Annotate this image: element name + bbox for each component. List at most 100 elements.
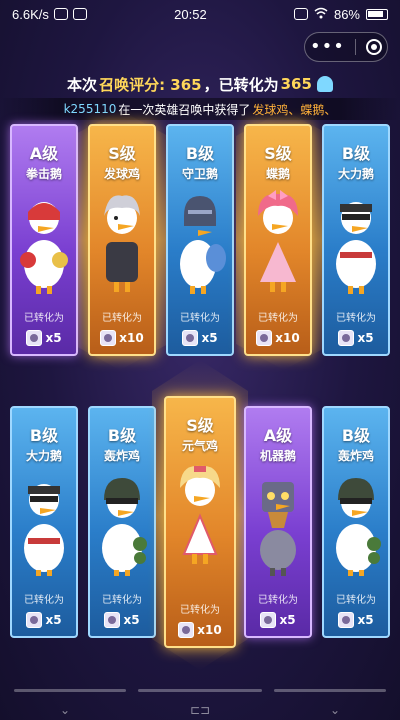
card-hero-name: 轰炸鸡 xyxy=(337,449,374,463)
card-hero-name: 轰炸鸡 xyxy=(103,449,140,463)
bottom-divider xyxy=(138,689,262,692)
reward-count: x10 xyxy=(275,331,300,345)
ticker-rewards: 发球鸡、蝶鹅、 xyxy=(252,102,337,117)
nav-recent-icon[interactable]: ⌄ xyxy=(330,703,340,717)
summon-score: 召唤评分: 365 xyxy=(99,75,202,94)
shard-icon xyxy=(260,612,277,628)
bottom-divider xyxy=(274,689,386,692)
reward-count: x10 xyxy=(119,331,144,345)
card-grade: B级 xyxy=(341,426,371,445)
card-grade: S级 xyxy=(108,144,136,163)
hero-card[interactable]: B级 轰炸鸡 已转化为 x5 xyxy=(88,406,156,638)
card-hero-name: 守卫鹅 xyxy=(181,167,218,181)
reward-count: x5 xyxy=(45,613,62,627)
card-reward: x5 xyxy=(324,330,388,346)
converted-label: 已转化为 xyxy=(24,595,64,606)
card-hero-name: 大力鹅 xyxy=(337,167,374,181)
converted-amount: 365 xyxy=(280,75,312,93)
card-reward: x5 xyxy=(324,612,388,628)
card-reward: x5 xyxy=(90,612,154,628)
hero-card[interactable]: S级 蝶鹅 已转化为 x10 xyxy=(244,124,312,356)
network-speed: 6.6K/s xyxy=(12,6,49,22)
status-bar: 6.6K/s 20:52 86% xyxy=(0,0,400,28)
reward-count: x5 xyxy=(279,613,296,627)
shard-icon xyxy=(26,330,43,346)
card-reward: x10 xyxy=(166,622,234,638)
converted-label: 已转化为 xyxy=(258,595,298,606)
close-target-icon[interactable] xyxy=(365,39,382,55)
reward-count: x10 xyxy=(197,623,222,637)
converted-label: 已转化为 xyxy=(24,313,64,324)
shard-icon xyxy=(338,330,355,346)
card-hero-name: 发球鸡 xyxy=(103,167,140,181)
miniprogram-capsule: ••• xyxy=(304,32,388,62)
shard-icon xyxy=(338,612,355,628)
hero-card[interactable]: S级 发球鸡 已转化为 x10 xyxy=(88,124,156,356)
card-reward: x5 xyxy=(168,330,232,346)
wifi-icon xyxy=(314,7,328,22)
hero-card[interactable]: B级 大力鹅 已转化为 x5 xyxy=(10,406,78,638)
converted-label: 已转化为 xyxy=(102,313,142,324)
capsule-divider xyxy=(354,39,356,55)
card-reward: x5 xyxy=(12,330,76,346)
card-reward: x10 xyxy=(90,330,154,346)
nav-back-icon[interactable]: ⌄ xyxy=(60,703,70,717)
hero-card[interactable]: B级 大力鹅 已转化为 x5 xyxy=(322,124,390,356)
card-grade: S级 xyxy=(264,144,292,163)
nav-home-icon[interactable]: ⊏⊐ xyxy=(190,703,210,717)
reward-count: x5 xyxy=(357,613,374,627)
card-grade: S级 xyxy=(186,416,214,435)
bottom-divider xyxy=(14,689,126,692)
hero-card[interactable]: A级 机器鹅 已转化为 x5 xyxy=(244,406,312,638)
converted-label: 已转化为 xyxy=(180,605,220,616)
butterfly-goose-illustration xyxy=(248,186,308,296)
shard-icon xyxy=(100,330,117,346)
card-grade: B级 xyxy=(107,426,137,445)
reward-count: x5 xyxy=(123,613,140,627)
boxing-goose-illustration xyxy=(14,186,74,296)
battery-level: 86% xyxy=(333,6,360,22)
reward-count: x5 xyxy=(201,331,218,345)
hero-card[interactable]: B级 轰炸鸡 已转化为 x5 xyxy=(322,406,390,638)
system-nav-bar: ⌄ ⊏⊐ ⌄ xyxy=(0,700,400,720)
notification-icon xyxy=(53,8,68,20)
summary-prefix: 本次 xyxy=(67,75,98,94)
shard-icon xyxy=(26,612,43,628)
strongman-goose-illustration xyxy=(14,468,74,578)
clock: 20:52 xyxy=(174,6,207,22)
card-reward: x10 xyxy=(246,330,310,346)
card-grade: B级 xyxy=(185,144,215,163)
card-hero-name: 大力鹅 xyxy=(25,449,62,463)
converted-label: 已转化为 xyxy=(102,595,142,606)
card-reward: x5 xyxy=(12,612,76,628)
converted-label: 已转化为 xyxy=(180,313,220,324)
shard-icon xyxy=(178,622,195,638)
serve-chicken-illustration xyxy=(92,186,152,296)
more-dots-icon[interactable]: ••• xyxy=(310,38,345,56)
battery-icon xyxy=(366,8,388,20)
card-grade: A级 xyxy=(263,426,293,445)
hero-card[interactable]: A级 拳击鹅 已转化为 x5 xyxy=(10,124,78,356)
reward-count: x5 xyxy=(45,331,62,345)
converted-label: 已转化为 xyxy=(336,313,376,324)
shard-icon xyxy=(104,612,121,628)
shard-icon xyxy=(182,330,199,346)
card-hero-name: 元气鸡 xyxy=(181,439,218,453)
converted-label: 已转化为 xyxy=(258,313,298,324)
card-hero-name: 拳击鹅 xyxy=(25,167,62,181)
hero-card[interactable]: B级 守卫鹅 已转化为 x5 xyxy=(166,124,234,356)
bomber-chicken-illustration xyxy=(92,468,152,578)
converted-label: 已转化为 xyxy=(336,595,376,606)
summary-middle: ，已转化为 xyxy=(203,75,279,94)
summon-score-summary: 本次 召唤评分: 365 ，已转化为 365 xyxy=(0,72,400,96)
hero-card[interactable]: S级 元气鸡 已转化为 x10 xyxy=(164,396,236,648)
energy-chicken-illustration xyxy=(170,458,230,568)
ticker-user-id: k255110 xyxy=(63,102,117,116)
card-grade: B级 xyxy=(29,426,59,445)
guard-goose-illustration xyxy=(170,186,230,296)
app-notification-icon xyxy=(72,8,87,20)
card-grade: A级 xyxy=(29,144,59,163)
card-hero-name: 机器鹅 xyxy=(259,449,296,463)
broadcast-ticker: k255110 在一次英雄召唤中获得了 发球鸡、蝶鹅、 xyxy=(0,98,400,120)
vibrate-icon xyxy=(293,8,308,20)
